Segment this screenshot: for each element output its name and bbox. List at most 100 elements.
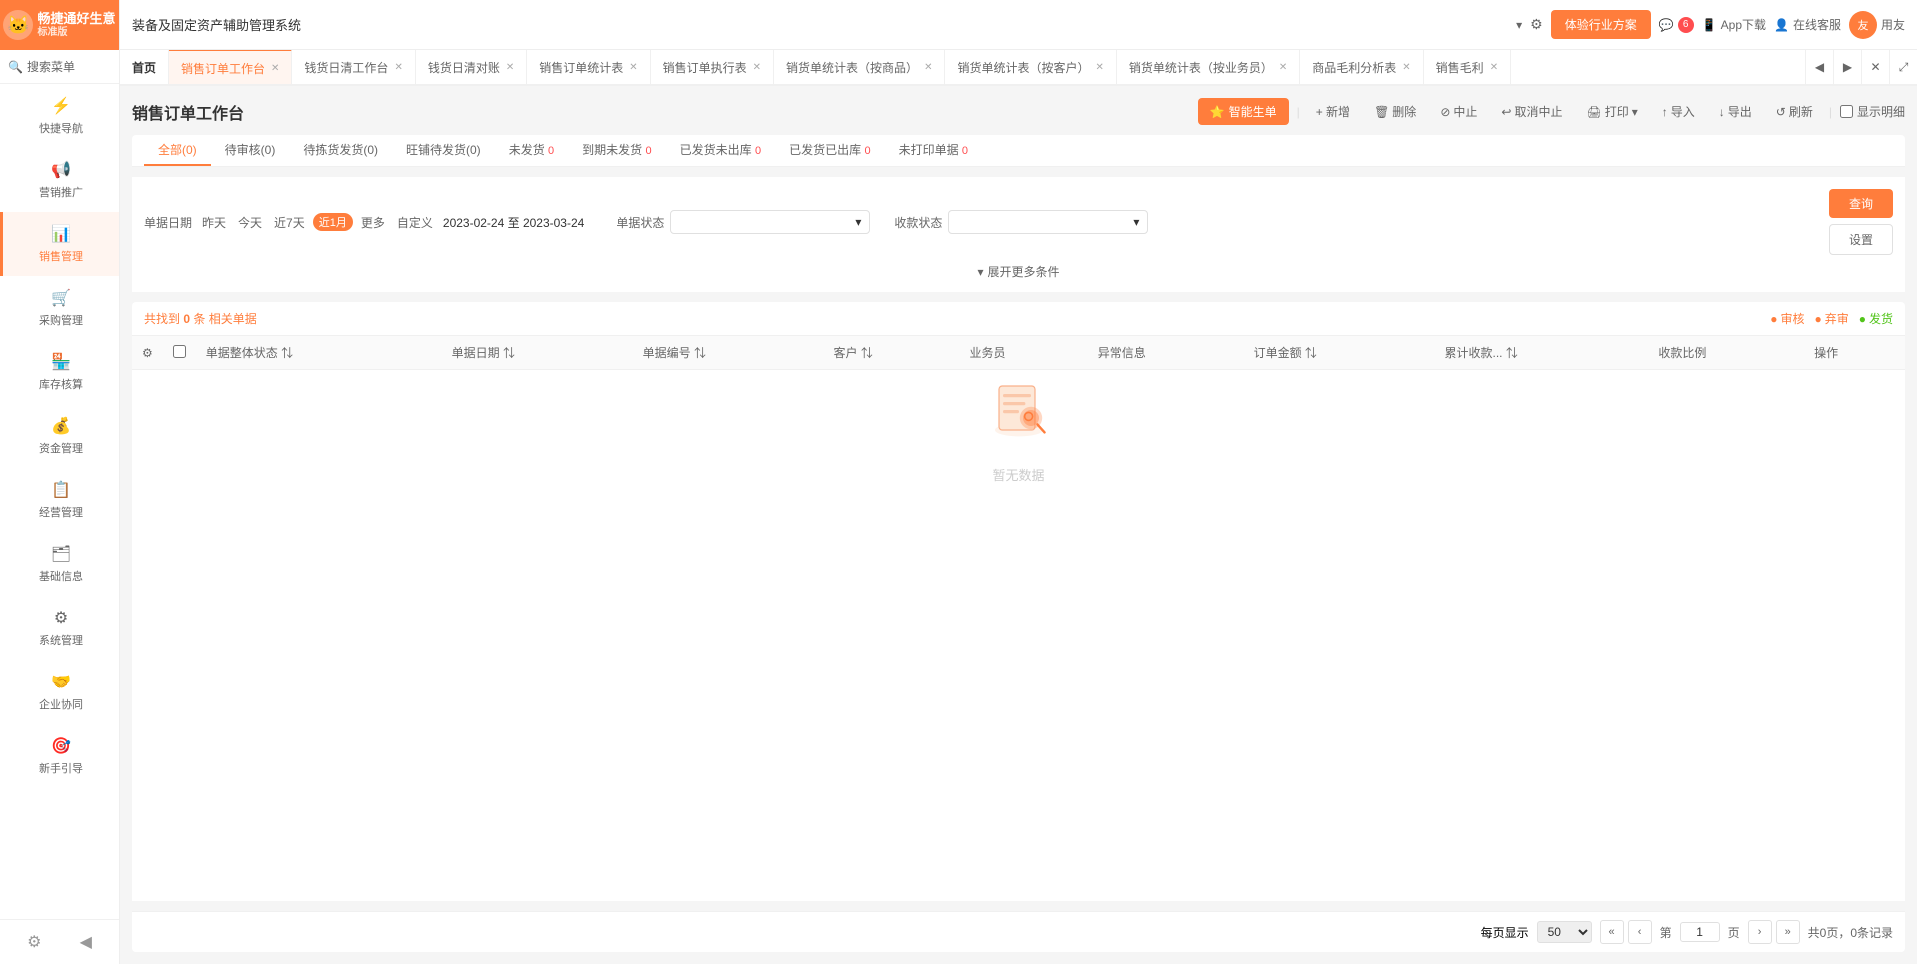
app-download-action[interactable]: 📱 App下载	[1702, 16, 1766, 33]
tab-cash-reconcile[interactable]: 钱货日清对账 ✕	[416, 50, 527, 85]
page-size-select[interactable]: 50 100 200	[1537, 921, 1592, 943]
subtab-shipped-out[interactable]: 已发货已出库 0	[775, 135, 884, 166]
sidebar-item-inventory[interactable]: 🏪 库存核算	[0, 340, 119, 404]
import-btn[interactable]: ↑ 导入	[1654, 98, 1703, 125]
sidebar-item-quick-nav[interactable]: ⚡ 快捷导航	[0, 84, 119, 148]
bottom-settings-btn[interactable]: ⚙	[23, 928, 45, 956]
shortcut-more[interactable]: 更多	[357, 212, 389, 233]
tab-close-sales-by-customer[interactable]: ✕	[1095, 62, 1103, 73]
page-input[interactable]	[1680, 922, 1720, 942]
tab-close-cash-daily[interactable]: ✕	[394, 62, 402, 73]
online-service-action[interactable]: 👤 在线客服	[1774, 16, 1841, 33]
th-number[interactable]: 单据编号 ⇅	[633, 336, 824, 370]
smart-btn[interactable]: ⭐ 智能生单	[1198, 98, 1289, 125]
message-action[interactable]: 💬 6	[1659, 17, 1694, 33]
sidebar-item-basic-info[interactable]: 🗂 基础信息	[0, 532, 119, 596]
tab-maximize[interactable]: ⤢	[1889, 50, 1917, 85]
subtab-overdue[interactable]: 到期未发货 0	[568, 135, 665, 166]
tab-close-sales-exec[interactable]: ✕	[753, 62, 761, 73]
table-scroll[interactable]: ⚙ 单据整体状态 ⇅ 单据日期 ⇅ 单据编号 ⇅	[132, 336, 1905, 901]
tab-close-cash-reconcile[interactable]: ✕	[506, 62, 514, 73]
refresh-btn[interactable]: ↺ 刷新	[1768, 98, 1821, 125]
cancel-abort-btn[interactable]: ↩ 取消中止	[1493, 98, 1570, 125]
tab-close-sales-stat[interactable]: ✕	[629, 62, 637, 73]
payment-select[interactable]: ▾	[948, 210, 1148, 234]
tab-close-sales-order[interactable]: ✕	[271, 63, 279, 74]
th-settings[interactable]: ⚙	[132, 336, 163, 370]
last-page-btn[interactable]: »	[1776, 920, 1800, 944]
sidebar-item-purchase[interactable]: 🛒 采购管理	[0, 276, 119, 340]
expand-btn[interactable]: ▾ 展开更多条件	[977, 263, 1059, 280]
tab-scroll-right[interactable]: ▶	[1833, 50, 1861, 85]
tab-close-gross-profit[interactable]: ✕	[1402, 62, 1410, 73]
sidebar-item-enterprise[interactable]: 🤝 企业协同	[0, 660, 119, 724]
show-detail-checkbox[interactable]: 显示明细	[1840, 103, 1905, 120]
tab-close-sales-by-product[interactable]: ✕	[924, 62, 932, 73]
tab-sales-by-staff[interactable]: 销货单统计表（按业务员） ✕	[1117, 50, 1300, 85]
ship-btn[interactable]: ● 发货	[1859, 310, 1893, 327]
tab-close-all[interactable]: ✕	[1861, 50, 1889, 85]
tab-sales-profit[interactable]: 销售毛利 ✕	[1424, 50, 1511, 85]
select-all-checkbox[interactable]	[173, 345, 186, 358]
export-btn[interactable]: ↓ 导出	[1711, 98, 1760, 125]
approve-btn[interactable]: ● 审核	[1770, 310, 1804, 327]
subtab-shipped-not-out[interactable]: 已发货未出库 0	[666, 135, 775, 166]
horizontal-scroll[interactable]	[132, 901, 1905, 911]
sidebar-item-system[interactable]: ⚙ 系统管理	[0, 596, 119, 660]
print-icon: 🖨	[1586, 105, 1601, 119]
subtab-not-printed[interactable]: 未打印单据 0	[885, 135, 982, 166]
topbar-dropdown-icon[interactable]: ▾	[1516, 18, 1522, 32]
subtab-wangpu[interactable]: 旺铺待发货(0)	[392, 135, 495, 166]
tab-sales-by-customer[interactable]: 销货单统计表（按客户） ✕	[945, 50, 1116, 85]
th-customer[interactable]: 客户 ⇅	[824, 336, 960, 370]
subtab-pending[interactable]: 待审核(0)	[211, 135, 290, 166]
th-checkbox[interactable]	[163, 336, 196, 370]
setting-btn[interactable]: 设置	[1829, 224, 1893, 255]
subtab-pending-ship[interactable]: 待拣货发货(0)	[289, 135, 392, 166]
delete-btn[interactable]: 🗑 删除	[1366, 98, 1424, 125]
tab-home[interactable]: 首页	[120, 50, 169, 85]
industry-btn[interactable]: 体验行业方案	[1551, 10, 1651, 39]
tab-close-sales-by-staff[interactable]: ✕	[1279, 62, 1287, 73]
tab-sales-by-product[interactable]: 销货单统计表（按商品） ✕	[774, 50, 945, 85]
sidebar-item-marketing[interactable]: 📢 营销推广	[0, 148, 119, 212]
abort-btn[interactable]: ⊘ 中止	[1432, 98, 1485, 125]
new-btn[interactable]: + 新增	[1308, 98, 1358, 125]
sidebar-item-newbie[interactable]: 🎯 新手引导	[0, 724, 119, 788]
tab-scroll-left[interactable]: ◀	[1805, 50, 1833, 85]
shortcut-yesterday[interactable]: 昨天	[198, 212, 230, 233]
topbar-settings-icon[interactable]: ⚙	[1530, 16, 1543, 33]
prev-page-btn[interactable]: ‹	[1628, 920, 1652, 944]
first-page-btn[interactable]: «	[1600, 920, 1624, 944]
shortcut-1month[interactable]: 近1月	[313, 213, 353, 231]
page-actions: ⭐ 智能生单 | + 新增 🗑 删除 ⊘ 中止 ↩ 取消中止	[1198, 98, 1905, 125]
status-select[interactable]: ▾	[670, 210, 870, 234]
query-btn[interactable]: 查询	[1829, 189, 1893, 218]
sidebar-item-operation[interactable]: 📋 经营管理	[0, 468, 119, 532]
sidebar-item-sales[interactable]: 📊 销售管理	[0, 212, 119, 276]
next-page-btn[interactable]: ›	[1748, 920, 1772, 944]
tab-sales-stat[interactable]: 销售订单统计表 ✕	[527, 50, 650, 85]
print-btn[interactable]: 🖨 打印 ▾	[1578, 98, 1645, 125]
topbar: 装备及固定资产辅助管理系统 ▾ ⚙ 体验行业方案 💬 6 📱 App下载 👤 在…	[120, 0, 1917, 50]
th-collected[interactable]: 累计收款... ⇅	[1435, 336, 1649, 370]
tab-close-sales-profit[interactable]: ✕	[1490, 62, 1498, 73]
tab-gross-profit[interactable]: 商品毛利分析表 ✕	[1300, 50, 1423, 85]
sidebar-item-finance[interactable]: 💰 资金管理	[0, 404, 119, 468]
tab-cash-daily[interactable]: 钱货日清工作台 ✕	[292, 50, 415, 85]
subtab-all[interactable]: 全部(0)	[144, 135, 211, 166]
sidebar-logo: 🐱 畅捷通好生意 标准版	[0, 0, 119, 50]
th-status[interactable]: 单据整体状态 ⇅	[196, 336, 442, 370]
shortcut-custom[interactable]: 自定义	[393, 212, 437, 233]
th-date[interactable]: 单据日期 ⇅	[442, 336, 633, 370]
th-amount[interactable]: 订单金额 ⇅	[1244, 336, 1435, 370]
shortcut-today[interactable]: 今天	[234, 212, 266, 233]
search-menu[interactable]: 🔍 搜索菜单	[0, 50, 119, 84]
tab-sales-order[interactable]: 销售订单工作台 ✕	[169, 50, 292, 85]
tab-sales-exec[interactable]: 销售订单执行表 ✕	[651, 50, 774, 85]
reject-btn[interactable]: ● 弃审	[1814, 310, 1848, 327]
user-action[interactable]: 友 用友	[1849, 11, 1905, 39]
bottom-collapse-btn[interactable]: ◀	[76, 928, 96, 956]
subtab-not-shipped[interactable]: 未发货 0	[495, 135, 568, 166]
shortcut-7days[interactable]: 近7天	[270, 212, 309, 233]
